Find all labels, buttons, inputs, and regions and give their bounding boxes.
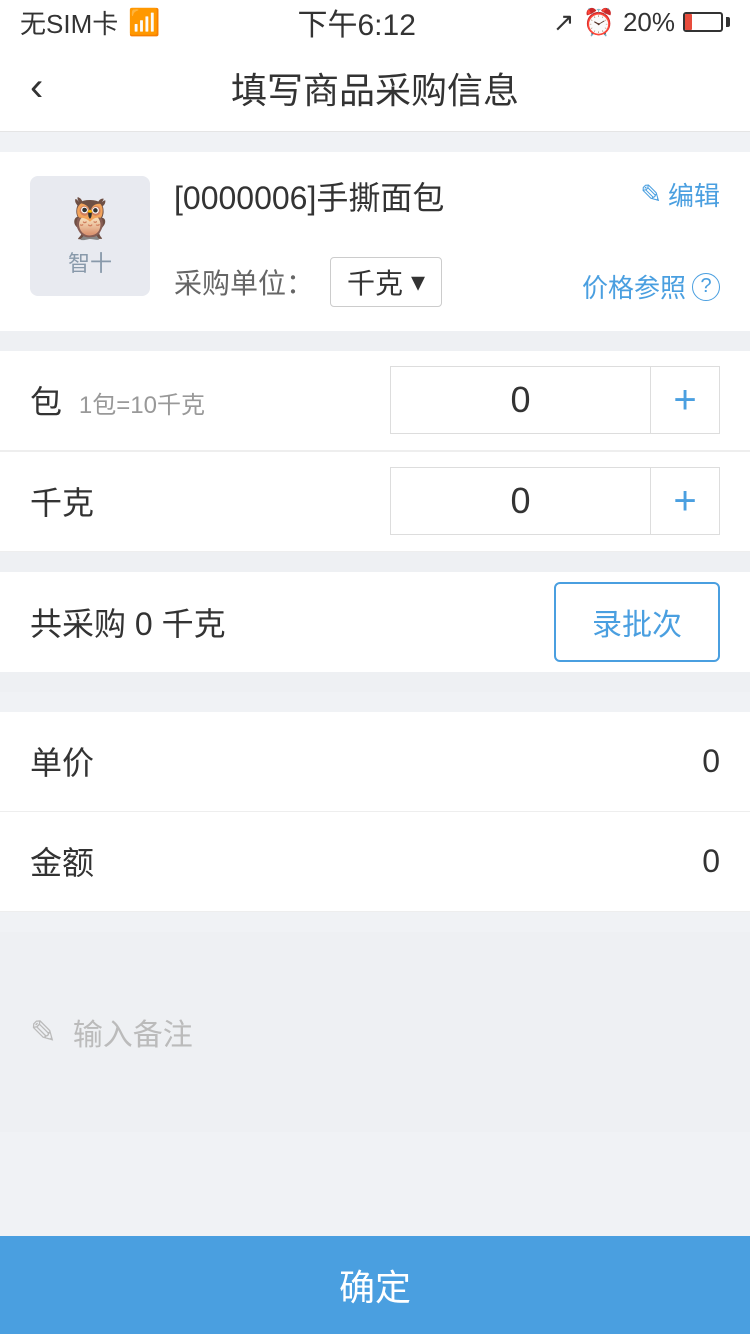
- brand-label: 智十: [68, 246, 112, 278]
- status-bar: 无SIM卡 📶 下午6:12 ↗ ⏰ 20%: [0, 0, 750, 44]
- page-title: 填写商品采购信息: [231, 62, 519, 114]
- unit-price-row: 单价 0: [0, 712, 750, 812]
- kg-input-section: 千克 +: [0, 452, 750, 552]
- kg-label: 千克: [30, 478, 390, 524]
- total-row: 共采购 0 千克 录批次: [0, 572, 750, 672]
- note-placeholder: 输入备注: [73, 1010, 193, 1054]
- bag-input-section: 包 1包=10千克 +: [0, 351, 750, 451]
- bag-input-row: 包 1包=10千克 +: [0, 351, 750, 451]
- unit-price-value: 0: [702, 743, 720, 780]
- unit-selector[interactable]: 千克 ▾: [330, 257, 442, 307]
- section-divider-2: [0, 552, 750, 572]
- edit-button[interactable]: ✎ 编辑: [640, 176, 720, 213]
- status-bar-right: ↗ ⏰ 20%: [553, 7, 730, 38]
- section-divider-3: [0, 672, 750, 692]
- carrier-label: 无SIM卡: [20, 4, 118, 41]
- location-icon: ↗: [553, 7, 575, 38]
- status-bar-left: 无SIM卡 📶: [20, 4, 161, 41]
- price-section: 单价 0 金额 0: [0, 712, 750, 912]
- wifi-icon: 📶: [128, 7, 160, 38]
- amount-value: 0: [702, 843, 720, 880]
- unit-label: 采购单位：: [174, 262, 314, 302]
- price-reference-button[interactable]: 价格参照 ?: [582, 268, 720, 305]
- note-section[interactable]: ✎ 输入备注: [0, 932, 750, 1132]
- alarm-icon: ⏰: [583, 7, 615, 38]
- status-bar-time: 下午6:12: [298, 0, 416, 44]
- product-info: [0000006]手撕面包 ✎ 编辑 采购单位： 千克 ▾ 价格参照 ?: [174, 176, 720, 307]
- confirm-button[interactable]: 确定: [0, 1236, 750, 1334]
- unit-price-label: 单价: [30, 738, 94, 784]
- pencil-icon: ✎: [30, 1013, 57, 1051]
- edit-icon: ✎: [640, 179, 662, 210]
- nav-bar: ‹ 填写商品采购信息: [0, 44, 750, 132]
- brand-icon: 🦉: [65, 195, 115, 242]
- amount-label: 金额: [30, 838, 94, 884]
- total-text: 共采购 0 千克: [30, 599, 226, 645]
- bag-quantity-input[interactable]: [390, 366, 650, 434]
- kg-input-row: 千克 +: [0, 452, 750, 552]
- section-divider-1: [0, 331, 750, 351]
- dropdown-arrow-icon: ▾: [411, 265, 425, 298]
- back-button[interactable]: ‹: [30, 65, 90, 110]
- amount-row: 金额 0: [0, 812, 750, 912]
- product-unit-row: 采购单位： 千克 ▾: [174, 257, 442, 307]
- kg-quantity-input[interactable]: [390, 467, 650, 535]
- battery-percent: 20%: [623, 7, 675, 38]
- product-name: [0000006]手撕面包: [174, 176, 444, 221]
- bag-sub-label: 1包=10千克: [79, 392, 205, 419]
- kg-plus-button[interactable]: +: [650, 467, 720, 535]
- product-thumbnail: 🦉 智十: [30, 176, 150, 296]
- product-card: 🦉 智十 [0000006]手撕面包 ✎ 编辑 采购单位： 千克 ▾: [0, 152, 750, 331]
- battery-indicator: [683, 12, 730, 32]
- record-batch-button[interactable]: 录批次: [554, 582, 720, 662]
- bag-plus-button[interactable]: +: [650, 366, 720, 434]
- bag-label: 包 1包=10千克: [30, 377, 390, 423]
- info-circle-icon: ?: [692, 273, 720, 301]
- total-amount: 0: [135, 606, 153, 642]
